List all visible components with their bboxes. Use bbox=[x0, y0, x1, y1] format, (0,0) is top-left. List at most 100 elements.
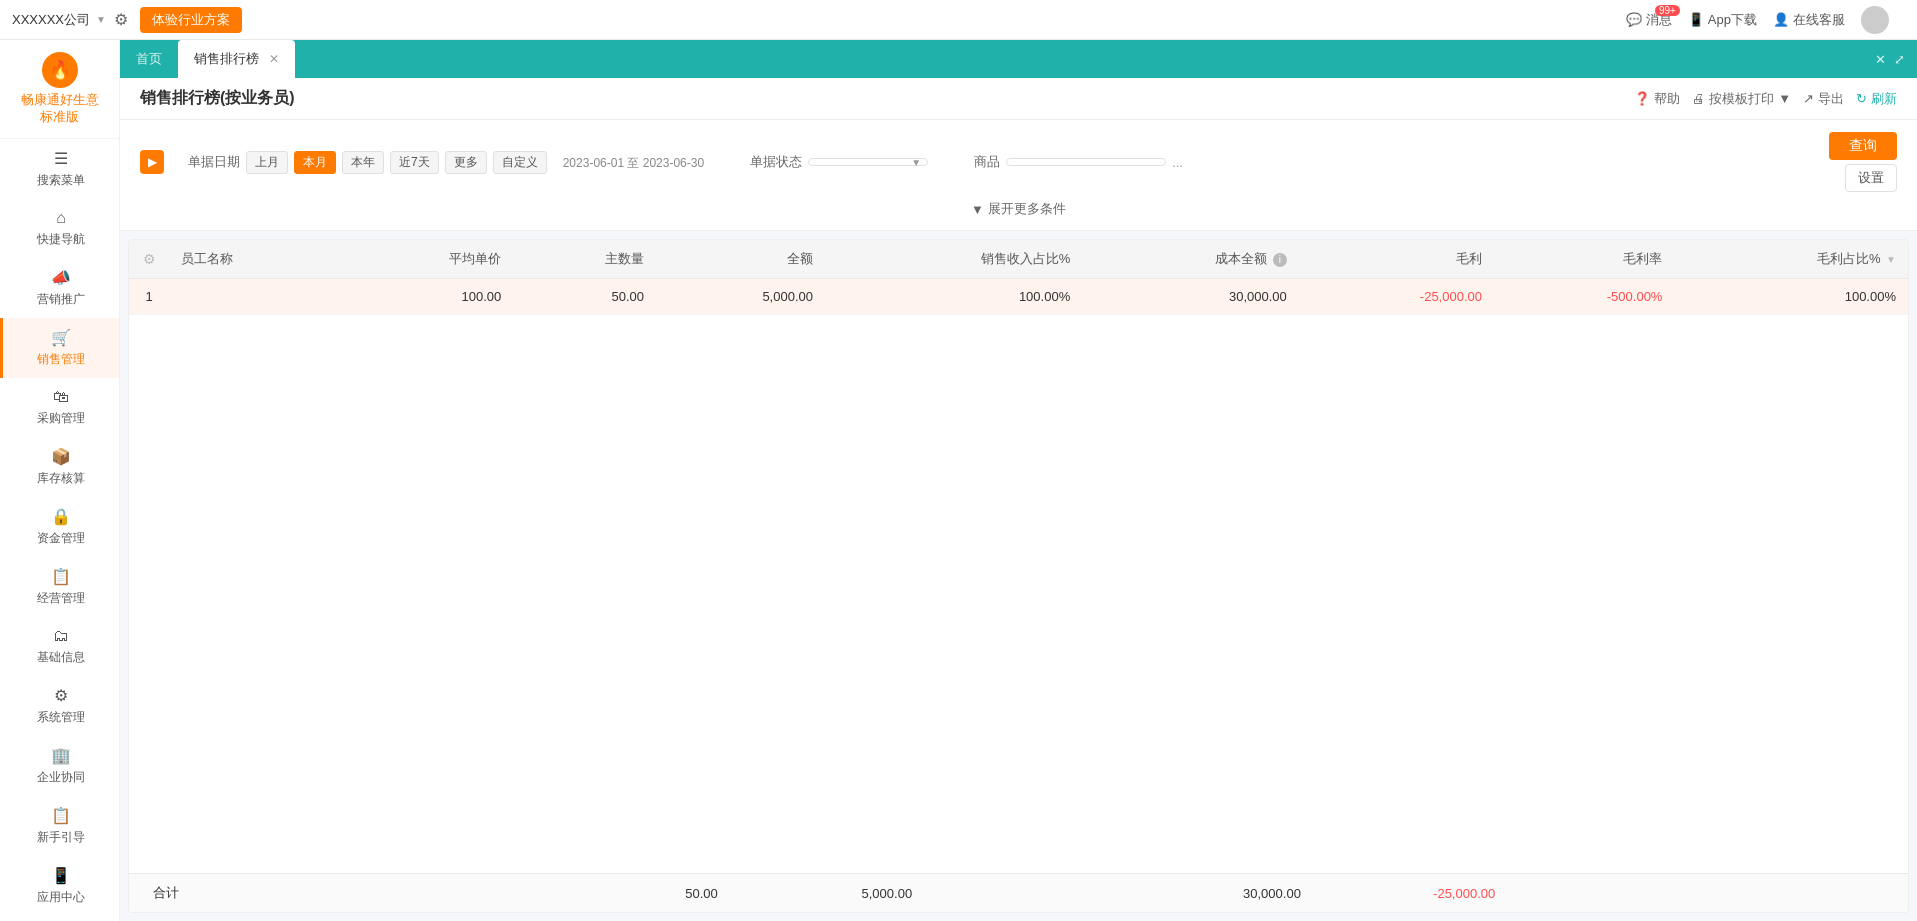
footer-label: 合计 bbox=[141, 884, 341, 902]
col-name: 员工名称 bbox=[169, 240, 341, 279]
tab-sales-rank[interactable]: 销售排行榜 ✕ bbox=[178, 40, 295, 78]
filter-right: 查询 设置 bbox=[1829, 132, 1897, 192]
goods-filter-group: 商品 ... bbox=[974, 153, 1183, 171]
chevron-down-icon: ▼ bbox=[96, 14, 106, 25]
user-avatar[interactable] bbox=[1861, 6, 1889, 34]
sidebar-item-label: 快捷导航 bbox=[37, 231, 85, 248]
refresh-btn[interactable]: ↻ 刷新 bbox=[1856, 90, 1897, 108]
goods-select[interactable] bbox=[1006, 158, 1166, 166]
sidebar-item-marketing[interactable]: 📣 营销推广 bbox=[0, 258, 119, 318]
status-chevron-icon: ▼ bbox=[911, 157, 921, 168]
sidebar-item-purchase[interactable]: 🛍 采购管理 bbox=[0, 378, 119, 437]
cost-info-icon[interactable]: i bbox=[1273, 253, 1287, 267]
cell-name bbox=[169, 279, 341, 315]
table-row: 1 100.00 50.00 5,000.00 100.00% 30,000.0… bbox=[129, 279, 1908, 315]
date-btn-this-year[interactable]: 本年 bbox=[342, 151, 384, 174]
cell-sales-pct: 100.00% bbox=[825, 279, 1082, 315]
sidebar-item-label: 新手引导 bbox=[37, 829, 85, 846]
sidebar-item-search-order[interactable]: ☰ 搜索菜单 bbox=[0, 139, 119, 199]
column-settings-icon[interactable]: ⚙ bbox=[143, 251, 156, 267]
app-download-btn[interactable]: 📱 App下载 bbox=[1688, 11, 1757, 29]
app-icon: 📱 bbox=[1688, 12, 1704, 27]
sidebar-item-quick-nav[interactable]: ⌂ 快捷导航 bbox=[0, 199, 119, 258]
footer-cost: 30,000.00 bbox=[1119, 886, 1313, 901]
online-service-btn[interactable]: 👤 在线客服 bbox=[1773, 11, 1845, 29]
sidebar-item-finance[interactable]: 🔒 资金管理 bbox=[0, 497, 119, 557]
col-cost: 成本全额 i bbox=[1082, 240, 1299, 279]
sidebar-item-guide[interactable]: 📋 新手引导 bbox=[0, 796, 119, 856]
goods-more-icon[interactable]: ... bbox=[1172, 155, 1183, 170]
settings-button[interactable]: 设置 bbox=[1845, 164, 1897, 192]
footer-gross: -25,000.00 bbox=[1313, 886, 1507, 901]
date-btn-more[interactable]: 更多 bbox=[445, 151, 487, 174]
sidebar-item-sales[interactable]: 🛒 销售管理 bbox=[0, 318, 119, 378]
top-right-actions: 💬 消息 99+ 📱 App下载 👤 在线客服 bbox=[1626, 6, 1905, 34]
date-btn-last-month[interactable]: 上月 bbox=[246, 151, 288, 174]
template-print-btn[interactable]: 🖨 按模板打印 ▼ bbox=[1692, 90, 1791, 108]
filter-row: ▶ 单据日期 上月 本月 本年 近7天 更多 自定义 2023-06-01 至 … bbox=[140, 132, 1897, 192]
sidebar-item-enterprise[interactable]: 🏢 企业协同 bbox=[0, 736, 119, 796]
cell-avg-price: 100.00 bbox=[341, 279, 513, 315]
company-name: XXXXXX公司 bbox=[12, 11, 90, 29]
col-settings[interactable]: ⚙ bbox=[129, 240, 169, 279]
cell-amount: 5,000.00 bbox=[656, 279, 825, 315]
sidebar-item-system[interactable]: ⚙ 系统管理 bbox=[0, 676, 119, 736]
company-selector[interactable]: XXXXXX公司 ▼ bbox=[12, 11, 106, 29]
quick-nav-icon: ⌂ bbox=[56, 209, 66, 227]
sidebar-item-label: 采购管理 bbox=[37, 410, 85, 427]
tab-home[interactable]: 首页 bbox=[120, 40, 178, 78]
date-btn-custom[interactable]: 自定义 bbox=[493, 151, 547, 174]
col-amount: 全额 bbox=[656, 240, 825, 279]
sidebar-item-inventory[interactable]: 📦 库存核算 bbox=[0, 437, 119, 497]
sidebar-item-wechat[interactable]: 💬 企业微信 bbox=[0, 916, 119, 921]
gross-pct-sort-icon[interactable]: ▼ bbox=[1886, 254, 1896, 265]
content-area: 首页 销售排行榜 ✕ ✕ ⤢ 销售排行榜(按业务员) ❓ 帮助 bbox=[120, 40, 1917, 921]
page-actions: ❓ 帮助 🖨 按模板打印 ▼ ↗ 导出 ↻ 刷新 bbox=[1634, 90, 1897, 108]
system-icon: ⚙ bbox=[54, 686, 68, 705]
sidebar-item-label: 企业协同 bbox=[37, 769, 85, 786]
sidebar-item-label: 销售管理 bbox=[37, 351, 85, 368]
tab-restore-icon[interactable]: ⤢ bbox=[1894, 52, 1905, 67]
sidebar: 🔥 畅康通好生意 标准版 ☰ 搜索菜单 ⌂ 快捷导航 📣 营销推广 🛒 销售管理… bbox=[0, 40, 120, 921]
gear-icon[interactable]: ⚙ bbox=[114, 10, 128, 29]
date-btn-7days[interactable]: 近7天 bbox=[390, 151, 439, 174]
footer-amount: 5,000.00 bbox=[730, 886, 924, 901]
filter-area: ▶ 单据日期 上月 本月 本年 近7天 更多 自定义 2023-06-01 至 … bbox=[120, 120, 1917, 231]
print-chevron-icon: ▼ bbox=[1778, 91, 1791, 106]
sales-icon: 🛒 bbox=[51, 328, 71, 347]
expand-arrow-btn[interactable]: ▶ bbox=[140, 150, 164, 174]
sidebar-logo: 🔥 畅康通好生意 标准版 bbox=[0, 40, 119, 139]
sidebar-item-label: 经营管理 bbox=[37, 590, 85, 607]
message-btn[interactable]: 💬 消息 99+ bbox=[1626, 11, 1672, 29]
sidebar-item-app-center[interactable]: 📱 应用中心 bbox=[0, 856, 119, 916]
tab-close-all-icon[interactable]: ✕ bbox=[1875, 52, 1886, 67]
table-header-row: ⚙ 员工名称 平均单价 主数量 bbox=[129, 240, 1908, 279]
help-btn[interactable]: ❓ 帮助 bbox=[1634, 90, 1680, 108]
message-icon: 💬 bbox=[1626, 12, 1642, 27]
sidebar-item-label: 库存核算 bbox=[37, 470, 85, 487]
trial-button[interactable]: 体验行业方案 bbox=[140, 7, 242, 33]
sidebar-item-basic-info[interactable]: 🗂 基础信息 bbox=[0, 617, 119, 676]
query-button[interactable]: 查询 bbox=[1829, 132, 1897, 160]
date-btn-this-month[interactable]: 本月 bbox=[294, 151, 336, 174]
export-btn[interactable]: ↗ 导出 bbox=[1803, 90, 1844, 108]
date-filter-group: 单据日期 上月 本月 本年 近7天 更多 自定义 bbox=[188, 151, 547, 174]
marketing-icon: 📣 bbox=[51, 268, 71, 287]
top-bar: XXXXXX公司 ▼ ⚙ 体验行业方案 💬 消息 99+ 📱 App下载 👤 在… bbox=[0, 0, 1917, 40]
export-icon: ↗ bbox=[1803, 91, 1814, 106]
table-scroll[interactable]: ⚙ 员工名称 平均单价 主数量 bbox=[129, 240, 1908, 873]
sidebar-item-operations[interactable]: 📋 经营管理 bbox=[0, 557, 119, 617]
status-select[interactable]: ▼ bbox=[808, 158, 928, 166]
sidebar-item-label: 营销推广 bbox=[37, 291, 85, 308]
cell-cost: 30,000.00 bbox=[1082, 279, 1299, 315]
col-avg-price: 平均单价 bbox=[341, 240, 513, 279]
date-filter-label: 单据日期 bbox=[188, 153, 240, 171]
status-filter-label: 单据状态 bbox=[750, 153, 802, 171]
tab-close-icon[interactable]: ✕ bbox=[269, 52, 279, 66]
col-gross: 毛利 bbox=[1299, 240, 1494, 279]
expand-more-filters-btn[interactable]: ▼ 展开更多条件 bbox=[971, 200, 1066, 218]
tab-actions: ✕ ⤢ bbox=[1863, 52, 1917, 67]
print-icon: 🖨 bbox=[1692, 91, 1705, 106]
table-footer: 合计 50.00 5,000.00 30,000.00 -25,000.00 bbox=[129, 873, 1908, 912]
sidebar-item-label: 基础信息 bbox=[37, 649, 85, 666]
